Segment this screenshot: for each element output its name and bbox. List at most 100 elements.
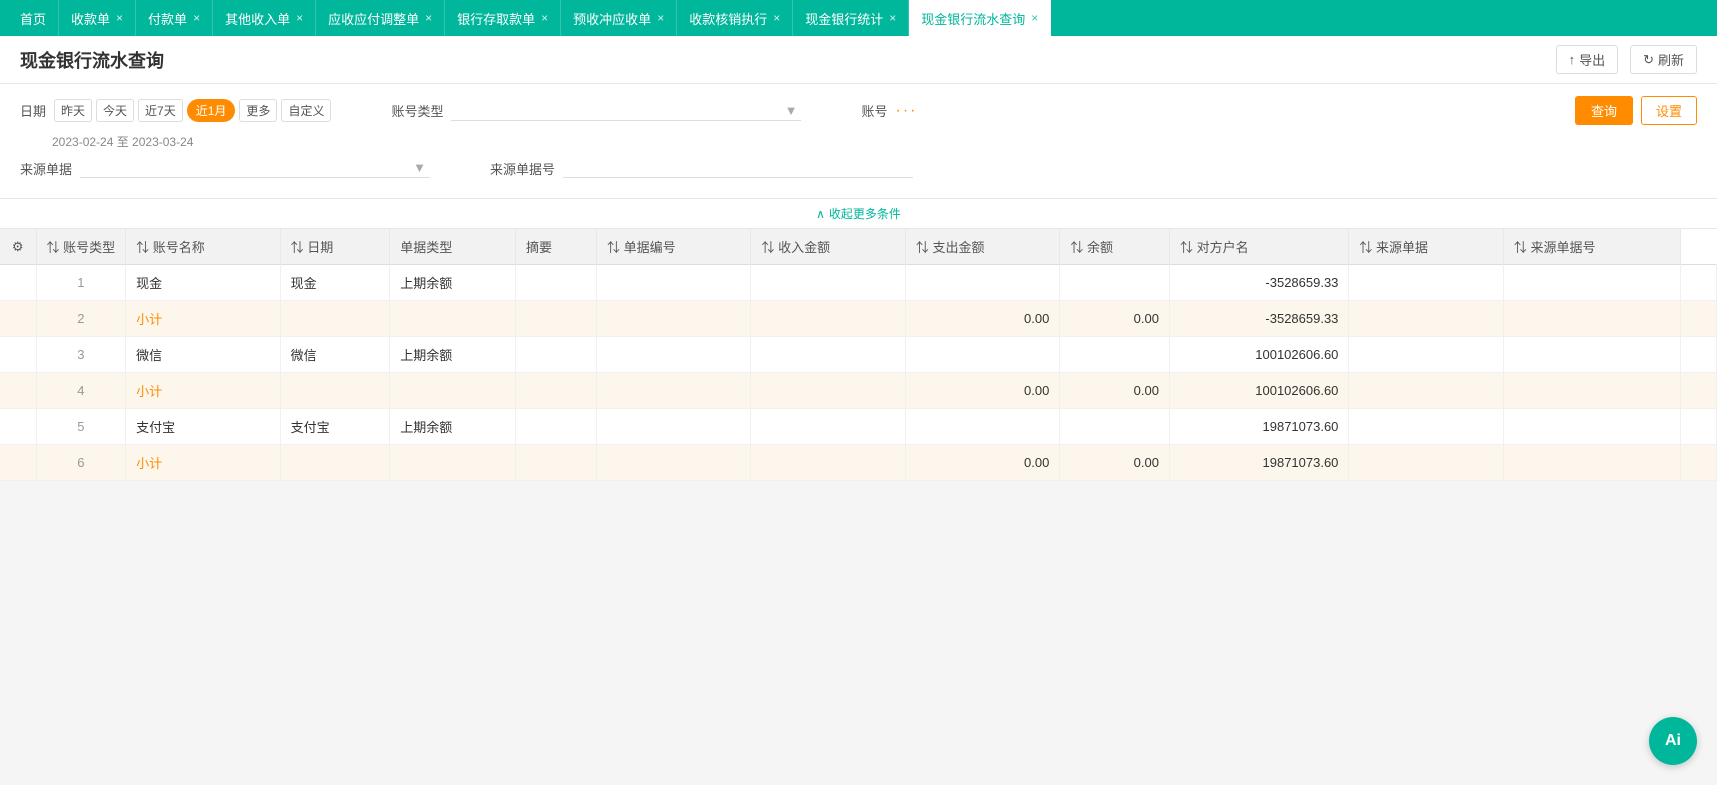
income-cell — [905, 409, 1059, 445]
nav-tab-现金银行流水查询[interactable]: 现金银行流水查询× — [909, 0, 1051, 36]
source-doc-no-input[interactable] — [563, 158, 913, 178]
source-doc-select[interactable]: ▼ — [80, 158, 430, 178]
date-btn-more[interactable]: 更多 — [239, 99, 277, 122]
top-nav: 首页收款单×付款单×其他收入单×应收应付调整单×银行存取款单×预收冲应收单×收款… — [0, 0, 1717, 36]
close-icon[interactable]: × — [116, 11, 123, 25]
doc-type-cell — [516, 301, 597, 337]
balance-cell: 19871073.60 — [1169, 409, 1348, 445]
chevron-down-icon2: ▼ — [413, 160, 426, 175]
col-doc-type: 单据类型 — [390, 229, 516, 265]
income-cell: 0.00 — [905, 373, 1059, 409]
nav-tab-收款核销执行[interactable]: 收款核销执行× — [677, 0, 793, 36]
account-type-filter: 账号类型 ▼ — [391, 101, 801, 121]
gear-col-cell — [0, 265, 36, 301]
date-cell: 上期余额 — [390, 337, 516, 373]
balance-cell: -3528659.33 — [1169, 301, 1348, 337]
date-cell: 上期余额 — [390, 265, 516, 301]
balance-cell: -3528659.33 — [1169, 265, 1348, 301]
ai-label: Ai — [1665, 732, 1681, 750]
close-icon[interactable]: × — [296, 11, 303, 25]
expense-cell: 0.00 — [1060, 445, 1170, 481]
close-icon[interactable]: × — [889, 11, 896, 25]
source-doc-no-label: 来源单据号 — [490, 159, 555, 178]
date-btn-7days[interactable]: 近7天 — [138, 99, 183, 122]
date-cell: 上期余额 — [390, 409, 516, 445]
source-doc-no-cell — [1680, 301, 1716, 337]
query-button[interactable]: 查询 — [1575, 96, 1633, 125]
chevron-down-icon: ▼ — [785, 103, 798, 118]
summary-cell — [597, 445, 751, 481]
date-btn-today[interactable]: 今天 — [96, 99, 134, 122]
dots-button[interactable]: ··· — [895, 102, 917, 120]
gear-col-cell — [0, 301, 36, 337]
close-icon[interactable]: × — [773, 11, 780, 25]
date-label: 日期 — [20, 101, 46, 120]
export-icon: ↑ — [1569, 52, 1576, 67]
doc-type-cell — [516, 445, 597, 481]
account-type-cell: 小计 — [126, 301, 280, 337]
refresh-button[interactable]: ↻ 刷新 — [1630, 45, 1697, 74]
account-name-cell: 支付宝 — [280, 409, 390, 445]
nav-tab-银行存取款单[interactable]: 银行存取款单× — [445, 0, 561, 36]
nav-tab-首页[interactable]: 首页 — [8, 0, 59, 36]
account-name-cell — [280, 373, 390, 409]
settings-button[interactable]: 设置 — [1641, 96, 1697, 125]
table-row: 4小计0.000.00100102606.60 — [0, 373, 1717, 409]
nav-tab-收款单[interactable]: 收款单× — [59, 0, 136, 36]
close-icon[interactable]: × — [657, 11, 664, 25]
row-number: 2 — [36, 301, 126, 337]
ai-assistant-button[interactable]: Ai — [1649, 717, 1697, 765]
account-type-select[interactable]: ▼ — [451, 101, 801, 121]
doc-type-cell — [516, 265, 597, 301]
close-icon[interactable]: × — [1031, 11, 1038, 25]
date-buttons: 昨天 今天 近7天 近1月 更多 自定义 — [54, 99, 331, 122]
collapse-bar[interactable]: ∧ 收起更多条件 — [0, 199, 1717, 229]
col-expense: ⇅ 支出金额 — [905, 229, 1059, 265]
account-name-cell — [280, 301, 390, 337]
date-btn-1month[interactable]: 近1月 — [187, 99, 236, 122]
nav-tab-应收应付调整单[interactable]: 应收应付调整单× — [316, 0, 445, 36]
col-balance: ⇅ 余额 — [1060, 229, 1170, 265]
counterpart-cell — [1349, 337, 1503, 373]
nav-tab-其他收入单[interactable]: 其他收入单× — [213, 0, 316, 36]
table-header-row: ⚙ ⇅ 账号类型 ⇅ 账号名称 ⇅ 日期 单据类型 摘要 ⇅ 单据编号 ⇅ 收入… — [0, 229, 1717, 265]
expense-cell — [1060, 337, 1170, 373]
data-table: ⚙ ⇅ 账号类型 ⇅ 账号名称 ⇅ 日期 单据类型 摘要 ⇅ 单据编号 ⇅ 收入… — [0, 229, 1717, 481]
source-doc-label: 来源单据 — [20, 159, 72, 178]
expense-cell — [1060, 265, 1170, 301]
source-doc-no-cell — [1680, 337, 1716, 373]
col-date: ⇅ 日期 — [280, 229, 390, 265]
nav-tab-现金银行统计[interactable]: 现金银行统计× — [793, 0, 909, 36]
nav-tab-预收冲应收单[interactable]: 预收冲应收单× — [561, 0, 677, 36]
header-actions: ↑ 导出 ↻ 刷新 — [1556, 45, 1697, 74]
account-type-label: 账号类型 — [391, 101, 443, 120]
gear-col-cell — [0, 373, 36, 409]
balance-cell: 100102606.60 — [1169, 337, 1348, 373]
nav-tab-付款单[interactable]: 付款单× — [136, 0, 213, 36]
source-doc-cell — [1503, 337, 1680, 373]
doc-no-cell — [751, 445, 905, 481]
close-icon[interactable]: × — [193, 11, 200, 25]
col-gear[interactable]: ⚙ — [0, 229, 36, 265]
source-doc-cell — [1503, 445, 1680, 481]
counterpart-cell — [1349, 373, 1503, 409]
close-icon[interactable]: × — [541, 11, 548, 25]
filter-row-1: 日期 昨天 今天 近7天 近1月 更多 自定义 账号类型 ▼ 账号 ··· — [20, 96, 1697, 125]
date-btn-custom[interactable]: 自定义 — [281, 99, 331, 122]
table-row: 5支付宝支付宝上期余额19871073.60 — [0, 409, 1717, 445]
source-doc-no-cell — [1680, 445, 1716, 481]
close-icon[interactable]: × — [425, 11, 432, 25]
row-number: 1 — [36, 265, 126, 301]
gear-col-cell — [0, 337, 36, 373]
row-number: 3 — [36, 337, 126, 373]
source-doc-cell — [1503, 301, 1680, 337]
doc-no-cell — [751, 373, 905, 409]
date-btn-yesterday[interactable]: 昨天 — [54, 99, 92, 122]
date-filter: 日期 昨天 今天 近7天 近1月 更多 自定义 — [20, 99, 331, 122]
summary-cell — [597, 301, 751, 337]
source-doc-no-filter: 来源单据号 — [490, 158, 913, 178]
export-button[interactable]: ↑ 导出 — [1556, 45, 1619, 74]
account-name-cell — [280, 445, 390, 481]
income-cell: 0.00 — [905, 301, 1059, 337]
filter-row-2: 来源单据 ▼ 来源单据号 — [20, 158, 1697, 178]
